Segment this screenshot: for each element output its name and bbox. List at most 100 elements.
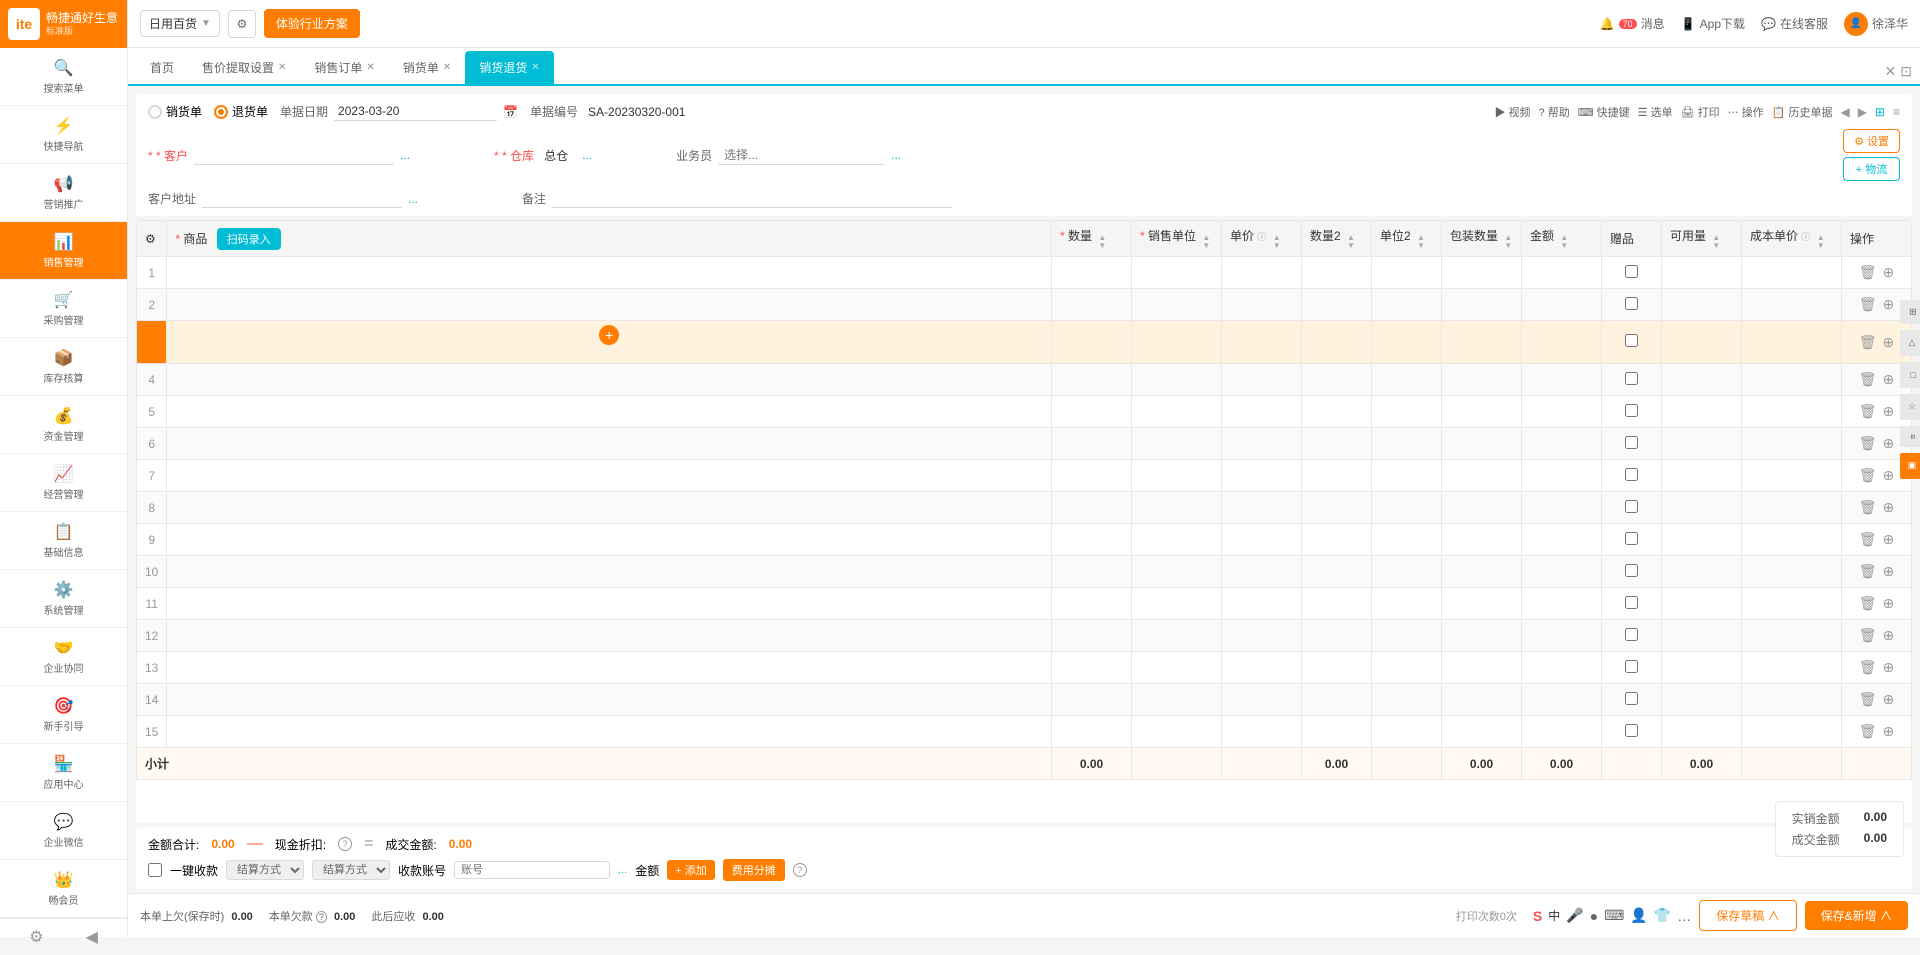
copy-icon[interactable]: ⊕ xyxy=(1883,659,1895,676)
qty2-cell[interactable] xyxy=(1302,684,1372,716)
amount-cell[interactable] xyxy=(1522,257,1602,289)
unit2-cell[interactable] xyxy=(1372,492,1442,524)
pack-cell[interactable] xyxy=(1442,321,1522,364)
delete-icon[interactable]: 🗑 xyxy=(1859,723,1877,740)
unit2-cell[interactable] xyxy=(1372,396,1442,428)
amount-cell[interactable] xyxy=(1522,396,1602,428)
gift-cell[interactable] xyxy=(1602,428,1662,460)
cost-cell[interactable] xyxy=(1742,524,1842,556)
quick-btn-5[interactable]: ≡ xyxy=(1900,426,1920,447)
qty2-cell[interactable] xyxy=(1302,396,1372,428)
gift-cell[interactable] xyxy=(1602,588,1662,620)
customer-more-btn[interactable]: ... xyxy=(400,148,410,162)
delete-icon[interactable]: 🗑 xyxy=(1859,435,1877,452)
delete-icon[interactable]: 🗑 xyxy=(1859,531,1877,548)
available-cell[interactable] xyxy=(1662,588,1742,620)
pack-cell[interactable] xyxy=(1442,428,1522,460)
price-cell[interactable] xyxy=(1222,716,1302,748)
gift-checkbox[interactable] xyxy=(1625,404,1638,417)
price-cell[interactable] xyxy=(1222,556,1302,588)
cost-cell[interactable] xyxy=(1742,428,1842,460)
delete-icon[interactable]: 🗑 xyxy=(1859,467,1877,484)
amount-cell[interactable] xyxy=(1522,289,1602,321)
price-cell[interactable] xyxy=(1222,321,1302,364)
sort-pack[interactable]: ▲▼ xyxy=(1504,234,1512,250)
qty2-cell[interactable] xyxy=(1302,524,1372,556)
unit2-cell[interactable] xyxy=(1372,289,1442,321)
available-cell[interactable] xyxy=(1662,620,1742,652)
delete-icon[interactable]: 🗑 xyxy=(1859,371,1877,388)
quick-btn-active[interactable]: ▣ xyxy=(1900,453,1920,479)
person-icon[interactable]: 👤 xyxy=(1630,907,1647,924)
qty-cell[interactable] xyxy=(1052,428,1132,460)
quick-btn-2[interactable]: △ xyxy=(1900,330,1920,356)
amount-cell[interactable] xyxy=(1522,321,1602,364)
amount-cell[interactable] xyxy=(1522,524,1602,556)
pack-cell[interactable] xyxy=(1442,620,1522,652)
price-cell[interactable] xyxy=(1222,460,1302,492)
product-cell[interactable] xyxy=(167,428,1052,460)
gift-cell[interactable] xyxy=(1602,321,1662,364)
sidebar-item-business[interactable]: 📈 经营管理 xyxy=(0,454,127,512)
qty2-cell[interactable] xyxy=(1302,257,1372,289)
tab-delivery[interactable]: 销货单 ✕ xyxy=(389,51,465,84)
available-cell[interactable] xyxy=(1662,460,1742,492)
split-help-icon[interactable]: ? xyxy=(793,863,807,877)
sidebar-item-finance[interactable]: 💰 资金管理 xyxy=(0,396,127,454)
unit-cell[interactable] xyxy=(1132,428,1222,460)
qty2-cell[interactable] xyxy=(1302,364,1372,396)
unit2-cell[interactable] xyxy=(1372,321,1442,364)
qty-cell[interactable] xyxy=(1052,652,1132,684)
cost-cell[interactable] xyxy=(1742,652,1842,684)
cost-cell[interactable] xyxy=(1742,684,1842,716)
nav-next-icon[interactable]: ▶ xyxy=(1858,105,1867,119)
gift-cell[interactable] xyxy=(1602,620,1662,652)
tab-pricing-close[interactable]: ✕ xyxy=(278,62,286,73)
gift-cell[interactable] xyxy=(1602,652,1662,684)
single-overdue-help[interactable]: ? xyxy=(316,911,327,923)
qty2-cell[interactable] xyxy=(1302,556,1372,588)
quick-btn-4[interactable]: ☆ xyxy=(1900,394,1920,420)
price-cell[interactable] xyxy=(1222,428,1302,460)
account-dots[interactable]: ... xyxy=(618,864,627,876)
sort-available[interactable]: ▲▼ xyxy=(1712,234,1720,250)
qty-cell[interactable] xyxy=(1052,620,1132,652)
note-input[interactable] xyxy=(552,189,952,208)
delete-icon[interactable]: 🗑 xyxy=(1859,659,1877,676)
unit-cell[interactable] xyxy=(1132,716,1222,748)
history-btn[interactable]: 📋 历史单据 xyxy=(1772,104,1833,120)
product-cell[interactable]: + xyxy=(167,321,1052,364)
qty2-cell[interactable] xyxy=(1302,492,1372,524)
price-cell[interactable] xyxy=(1222,524,1302,556)
address-input[interactable] xyxy=(202,189,402,208)
sidebar-item-sales[interactable]: 📊 销售管理 xyxy=(0,222,127,280)
available-cell[interactable] xyxy=(1662,257,1742,289)
price-cell[interactable] xyxy=(1222,492,1302,524)
tab-expand-icon[interactable]: ⊡ xyxy=(1900,63,1912,80)
cost-cell[interactable] xyxy=(1742,364,1842,396)
pack-cell[interactable] xyxy=(1442,289,1522,321)
gift-cell[interactable] xyxy=(1602,257,1662,289)
delete-icon[interactable]: 🗑 xyxy=(1859,595,1877,612)
qty-cell[interactable] xyxy=(1052,396,1132,428)
product-cell[interactable] xyxy=(167,556,1052,588)
gift-cell[interactable] xyxy=(1602,684,1662,716)
copy-icon[interactable]: ⊕ xyxy=(1883,531,1895,548)
settlement-select[interactable]: 结算方式 xyxy=(226,860,304,880)
save-draft-button[interactable]: 保存草稿 ∧ xyxy=(1699,900,1796,931)
product-cell[interactable] xyxy=(167,524,1052,556)
delete-icon[interactable]: 🗑 xyxy=(1859,627,1877,644)
sidebar-item-purchase[interactable]: 🛒 采购管理 xyxy=(0,280,127,338)
grid-view-icon[interactable]: ⊞ xyxy=(1875,105,1885,119)
cost-cell[interactable] xyxy=(1742,289,1842,321)
warehouse-more-btn[interactable]: ... xyxy=(582,148,592,162)
gift-cell[interactable] xyxy=(1602,460,1662,492)
pack-cell[interactable] xyxy=(1442,524,1522,556)
quick-btn-3[interactable]: □ xyxy=(1900,362,1920,388)
sidebar-item-wechat[interactable]: 💬 企业微信 xyxy=(0,802,127,860)
qty-cell[interactable] xyxy=(1052,492,1132,524)
sidebar-item-member[interactable]: 👑 畅会员 xyxy=(0,860,127,918)
pack-cell[interactable] xyxy=(1442,492,1522,524)
sort-qty2[interactable]: ▲▼ xyxy=(1347,234,1355,250)
copy-icon[interactable]: ⊕ xyxy=(1883,723,1895,740)
